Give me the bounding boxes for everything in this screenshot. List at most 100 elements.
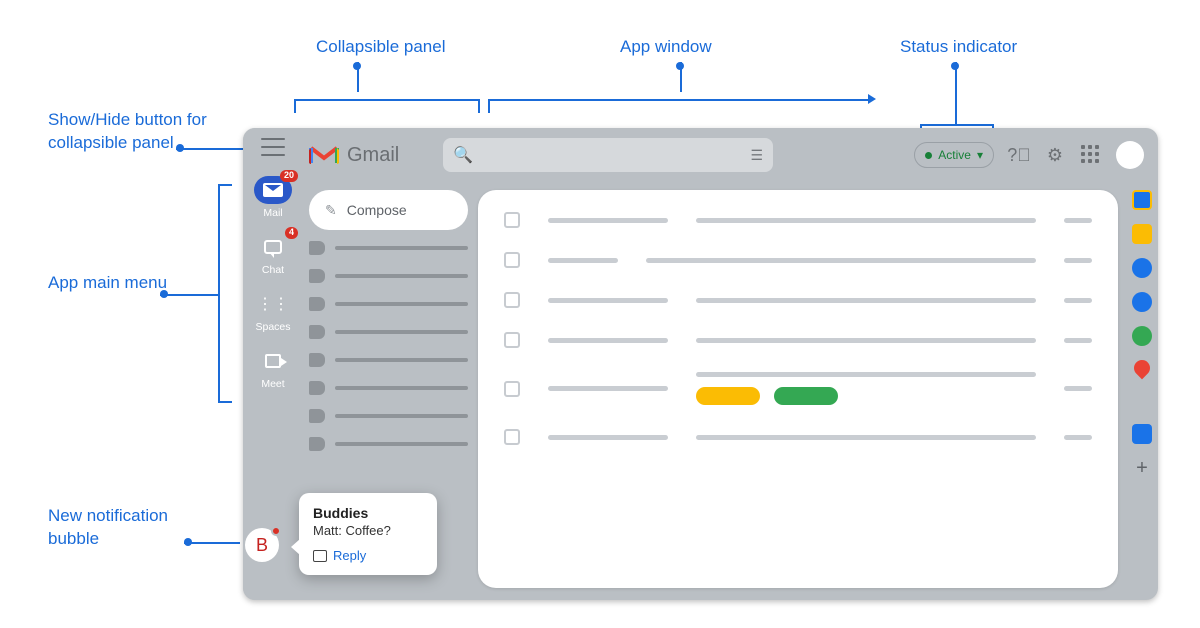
reply-icon [313, 550, 327, 562]
rail-item-spaces[interactable]: ⋮⋮ Spaces [243, 290, 303, 333]
rail-item-meet[interactable]: Meet [243, 347, 303, 390]
callout-status-indicator: Status indicator [900, 36, 1017, 59]
leader-bracket-bottom [218, 401, 232, 403]
sidebar-placeholder-row[interactable] [309, 266, 468, 286]
sidebar-placeholder-row[interactable] [309, 350, 468, 370]
message-list [478, 190, 1118, 588]
leader-dot [160, 290, 168, 298]
braced-range-end [294, 99, 296, 113]
callout-collapsible-panel: Collapsible panel [316, 36, 445, 59]
gmail-m-icon [309, 144, 339, 166]
sidebar-placeholder-row[interactable] [309, 406, 468, 426]
leader-dot [353, 62, 361, 70]
leader-dot [184, 538, 192, 546]
rail-item-chat[interactable]: 4 Chat [243, 233, 303, 276]
list-item[interactable] [504, 292, 1092, 308]
maps-icon[interactable] [1131, 357, 1154, 380]
spaces-icon: ⋮⋮ [254, 290, 292, 318]
list-item[interactable] [504, 429, 1092, 445]
app-title: Gmail [347, 144, 399, 167]
rail-label: Spaces [255, 321, 290, 333]
reply-button[interactable]: Reply [313, 548, 423, 563]
list-item[interactable] [504, 372, 1092, 405]
person-add-icon[interactable] [1132, 424, 1152, 444]
gear-icon[interactable]: ⚙ [1044, 144, 1066, 166]
notification-dot-icon [271, 526, 281, 536]
checkbox[interactable] [504, 292, 520, 308]
callout-notification-bubble: New notification bubble [48, 505, 198, 551]
leader-line [955, 62, 957, 124]
badge-count: 4 [285, 227, 298, 239]
label-pills [696, 387, 1036, 405]
search-icon: 🔍 [453, 145, 473, 165]
callout-app-window: App window [620, 36, 712, 59]
sidebar-placeholder-row[interactable] [309, 322, 468, 342]
callout-app-main-menu: App main menu [48, 272, 178, 295]
leader-dot [176, 144, 184, 152]
leader-dot [951, 62, 959, 70]
pencil-icon: ✎ [325, 202, 337, 219]
notification-title: Buddies [313, 505, 423, 521]
checkbox[interactable] [504, 381, 520, 397]
voice-icon[interactable] [1132, 326, 1152, 346]
braced-range-end [478, 99, 480, 113]
braced-range [294, 99, 478, 101]
checkbox[interactable] [504, 332, 520, 348]
meet-icon [254, 347, 292, 375]
status-dot-icon [925, 152, 932, 159]
search-input[interactable]: 🔍 ☰ [443, 138, 773, 172]
calendar-icon[interactable] [1132, 190, 1152, 210]
avatar[interactable] [1116, 141, 1144, 169]
braced-range [488, 99, 868, 101]
side-panel: + [1126, 182, 1158, 600]
notification-message: Matt: Coffee? [313, 523, 423, 538]
list-item[interactable] [504, 332, 1092, 348]
plus-icon[interactable]: + [1132, 458, 1152, 478]
leader-bracket [218, 184, 220, 402]
keep-icon[interactable] [1132, 224, 1152, 244]
leader-line [160, 294, 218, 296]
status-label: Active [938, 148, 971, 162]
chat-icon: 4 [254, 233, 292, 261]
checkbox[interactable] [504, 429, 520, 445]
rail-label: Mail [263, 207, 282, 219]
rail-item-mail[interactable]: 20 Mail [243, 176, 303, 219]
notification-bubble: Buddies Matt: Coffee? Reply [299, 493, 437, 575]
arrowhead-icon [868, 94, 876, 104]
tune-icon[interactable]: ☰ [750, 147, 763, 164]
contacts-icon[interactable] [1132, 292, 1152, 312]
leader-dot [676, 62, 684, 70]
sidebar-placeholder-row[interactable] [309, 238, 468, 258]
leader-bracket-top [218, 184, 232, 186]
help-icon[interactable]: ?⃝ [1008, 144, 1030, 166]
status-indicator[interactable]: Active ▾ [914, 142, 994, 168]
gmail-logo[interactable]: Gmail [309, 144, 429, 167]
rail-label: Chat [262, 264, 284, 276]
braced-range [920, 124, 992, 126]
sidebar-placeholder-row[interactable] [309, 434, 468, 454]
checkbox[interactable] [504, 212, 520, 228]
sidebar-placeholder-row[interactable] [309, 294, 468, 314]
list-item[interactable] [504, 252, 1092, 268]
checkbox[interactable] [504, 252, 520, 268]
compose-label: Compose [347, 202, 407, 218]
braced-range-end [488, 99, 490, 113]
hamburger-icon[interactable] [261, 138, 285, 156]
badge-count: 20 [280, 170, 298, 182]
tasks-icon[interactable] [1132, 258, 1152, 278]
leader-line [184, 542, 240, 544]
chevron-down-icon: ▾ [977, 148, 983, 162]
compose-button[interactable]: ✎ Compose [309, 190, 468, 230]
notification-avatar[interactable]: B [245, 528, 279, 562]
label-pill[interactable] [774, 387, 838, 405]
avatar-initial: B [256, 535, 268, 556]
label-pill[interactable] [696, 387, 760, 405]
leader-line [176, 148, 244, 150]
header: Gmail 🔍 ☰ Active ▾ ?⃝ ⚙ [303, 128, 1158, 182]
mail-icon: 20 [254, 176, 292, 204]
rail-label: Meet [261, 378, 284, 390]
list-item[interactable] [504, 212, 1092, 228]
sidebar-placeholder-row[interactable] [309, 378, 468, 398]
reply-label: Reply [333, 548, 366, 563]
apps-grid-icon[interactable] [1080, 144, 1102, 166]
